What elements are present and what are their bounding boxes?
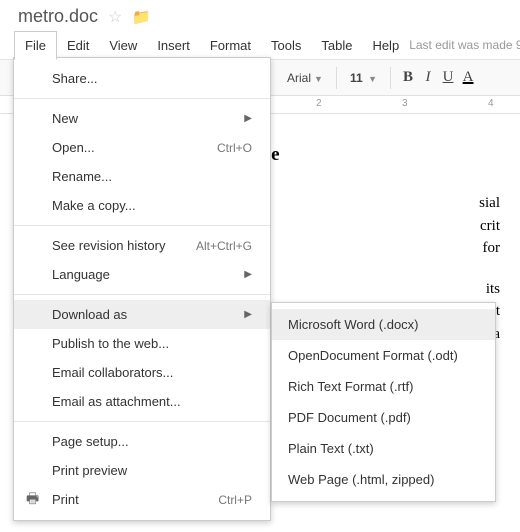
- menu-edit[interactable]: Edit: [57, 32, 99, 59]
- menu-new[interactable]: New▶: [14, 104, 270, 133]
- star-icon[interactable]: ☆: [108, 7, 122, 27]
- menu-format[interactable]: Format: [200, 32, 261, 59]
- submenu-docx[interactable]: Microsoft Word (.docx): [272, 309, 495, 340]
- separator: [14, 421, 270, 422]
- menu-help[interactable]: Help: [362, 32, 409, 59]
- menu-view[interactable]: View: [99, 32, 147, 59]
- menu-insert[interactable]: Insert: [147, 32, 200, 59]
- shortcut-text: Ctrl+O: [217, 141, 252, 155]
- menu-page-setup[interactable]: Page setup...: [14, 427, 270, 456]
- menu-print[interactable]: 🖶PrintCtrl+P: [14, 485, 270, 514]
- chevron-right-icon: ▶: [244, 309, 252, 320]
- print-icon: 🖶: [26, 488, 39, 512]
- last-edit-text[interactable]: Last edit was made 9: [409, 38, 520, 52]
- submenu-odt[interactable]: OpenDocument Format (.odt): [272, 340, 495, 371]
- ruler-tick: 3: [402, 98, 408, 109]
- shortcut-text: Ctrl+P: [218, 493, 252, 507]
- menu-file[interactable]: File: [14, 31, 57, 60]
- text-color-button[interactable]: A: [458, 69, 478, 86]
- menu-bar: File Edit View Insert Format Tools Table…: [0, 31, 520, 60]
- bold-button[interactable]: B: [398, 69, 418, 86]
- separator: [390, 67, 391, 89]
- submenu-rtf[interactable]: Rich Text Format (.rtf): [272, 371, 495, 402]
- font-size-selector[interactable]: 11 ▼: [344, 71, 383, 85]
- menu-download-as[interactable]: Download as▶: [14, 300, 270, 329]
- shortcut-text: Alt+Ctrl+G: [196, 239, 252, 253]
- submenu-pdf[interactable]: PDF Document (.pdf): [272, 402, 495, 433]
- download-as-submenu: Microsoft Word (.docx) OpenDocument Form…: [271, 302, 496, 502]
- ruler-tick: 4: [488, 98, 494, 109]
- menu-rename[interactable]: Rename...: [14, 162, 270, 191]
- menu-language[interactable]: Language▶: [14, 260, 270, 289]
- document-title[interactable]: metro.doc: [18, 6, 98, 27]
- menu-table[interactable]: Table: [311, 32, 362, 59]
- folder-icon[interactable]: 📁: [132, 8, 151, 26]
- menu-print-preview[interactable]: Print preview: [14, 456, 270, 485]
- chevron-right-icon: ▶: [244, 269, 252, 280]
- menu-email-collaborators[interactable]: Email collaborators...: [14, 358, 270, 387]
- chevron-down-icon: ▼: [366, 74, 377, 84]
- submenu-txt[interactable]: Plain Text (.txt): [272, 433, 495, 464]
- menu-share[interactable]: Share...: [14, 64, 270, 93]
- menu-make-copy[interactable]: Make a copy...: [14, 191, 270, 220]
- menu-revision-history[interactable]: See revision historyAlt+Ctrl+G: [14, 231, 270, 260]
- underline-button[interactable]: U: [438, 69, 458, 86]
- menu-tools[interactable]: Tools: [261, 32, 311, 59]
- file-dropdown-menu: Share... New▶ Open...Ctrl+O Rename... Ma…: [13, 57, 271, 521]
- submenu-html[interactable]: Web Page (.html, zipped): [272, 464, 495, 495]
- italic-button[interactable]: I: [418, 69, 438, 86]
- separator: [14, 225, 270, 226]
- menu-publish-web[interactable]: Publish to the web...: [14, 329, 270, 358]
- title-bar: metro.doc ☆ 📁: [0, 0, 520, 31]
- separator: [14, 294, 270, 295]
- chevron-down-icon: ▼: [314, 74, 323, 84]
- ruler-tick: 2: [316, 98, 322, 109]
- separator: [336, 67, 337, 89]
- chevron-right-icon: ▶: [244, 113, 252, 124]
- menu-open[interactable]: Open...Ctrl+O: [14, 133, 270, 162]
- separator: [14, 98, 270, 99]
- menu-email-attachment[interactable]: Email as attachment...: [14, 387, 270, 416]
- font-selector[interactable]: Arial▼: [281, 68, 329, 88]
